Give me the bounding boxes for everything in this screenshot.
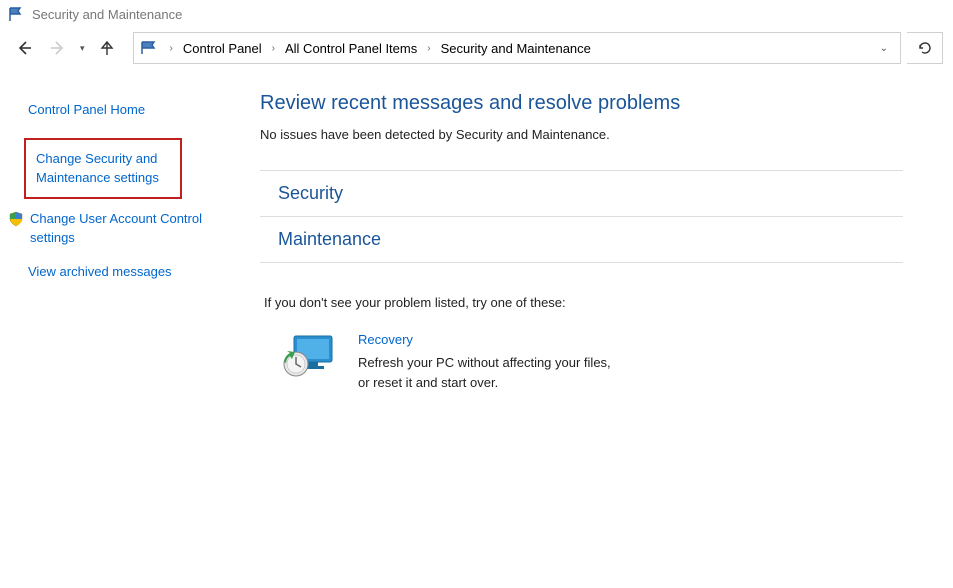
up-button[interactable]	[93, 34, 121, 62]
window-title: Security and Maintenance	[32, 7, 182, 22]
try-one-text: If you don't see your problem listed, tr…	[264, 295, 903, 310]
expander-maintenance[interactable]: Maintenance	[260, 217, 903, 263]
sidebar-control-panel-home[interactable]: Control Panel Home	[28, 100, 240, 120]
chevron-right-icon[interactable]: ›	[164, 43, 179, 54]
recent-locations-dropdown[interactable]: ▾	[78, 43, 87, 54]
recovery-icon	[280, 332, 336, 380]
chevron-right-icon[interactable]: ›	[421, 43, 436, 54]
breadcrumb-all-items[interactable]: All Control Panel Items	[285, 41, 417, 56]
sidebar-change-security-settings[interactable]: Change Security and Maintenance settings	[24, 138, 182, 199]
nav-row: ▾ › Control Panel › All Control Panel It…	[0, 28, 953, 72]
recovery-text: Recovery Refresh your PC without affecti…	[358, 332, 618, 392]
chevron-right-icon[interactable]: ›	[266, 43, 281, 54]
status-text: No issues have been detected by Security…	[260, 127, 903, 142]
main-panel: Review recent messages and resolve probl…	[250, 88, 943, 392]
flag-icon	[8, 6, 24, 22]
recovery-block: Recovery Refresh your PC without affecti…	[280, 332, 903, 392]
breadcrumb-security-maintenance[interactable]: Security and Maintenance	[441, 41, 591, 56]
recovery-link[interactable]: Recovery	[358, 332, 618, 347]
breadcrumb-control-panel[interactable]: Control Panel	[183, 41, 262, 56]
titlebar: Security and Maintenance	[0, 0, 953, 28]
expander-security[interactable]: Security	[260, 170, 903, 217]
sidebar-change-uac-label: Change User Account Control settings	[30, 209, 240, 248]
address-dropdown[interactable]: ⌄	[874, 43, 894, 54]
forward-button[interactable]	[44, 34, 72, 62]
flag-icon	[140, 41, 158, 55]
sidebar-view-archived[interactable]: View archived messages	[28, 262, 240, 282]
sidebar-change-uac[interactable]: Change User Account Control settings	[8, 209, 240, 248]
refresh-button[interactable]	[907, 32, 943, 64]
page-heading: Review recent messages and resolve probl…	[260, 92, 903, 115]
recovery-description: Refresh your PC without affecting your f…	[358, 353, 618, 392]
content-area: Control Panel Home Change Security and M…	[0, 72, 953, 392]
back-button[interactable]	[10, 34, 38, 62]
sidebar: Control Panel Home Change Security and M…	[10, 88, 250, 392]
address-bar[interactable]: › Control Panel › All Control Panel Item…	[133, 32, 901, 64]
shield-icon	[8, 211, 24, 227]
